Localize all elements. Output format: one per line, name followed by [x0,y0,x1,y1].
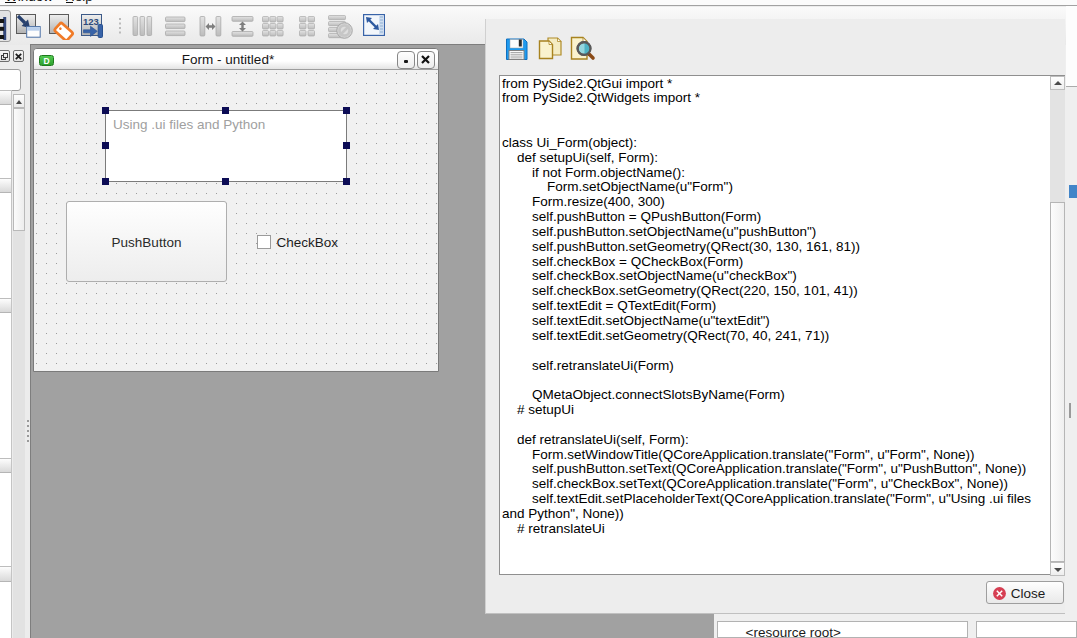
svg-text:123: 123 [83,16,99,27]
